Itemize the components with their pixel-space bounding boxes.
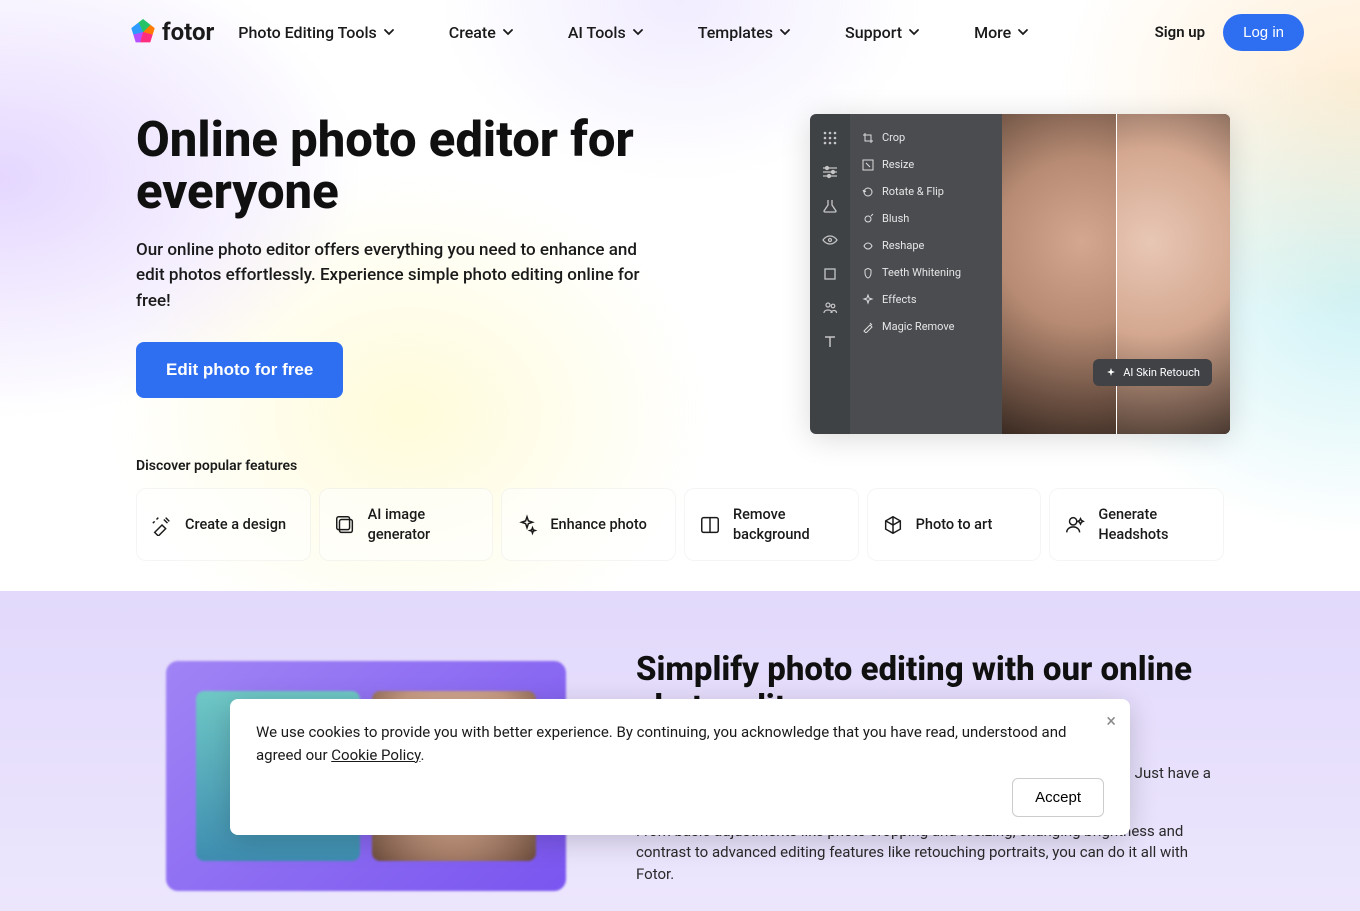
sparkle-icon	[1105, 367, 1117, 379]
after-image	[1116, 114, 1230, 434]
editor-mockup: Crop Resize Rotate & Flip Blush Reshape …	[810, 114, 1230, 434]
ai-skin-retouch-badge: AI Skin Retouch	[1093, 359, 1212, 386]
nav-label: Create	[449, 23, 496, 42]
nav-support[interactable]: Support	[845, 23, 920, 42]
people-icon	[822, 300, 838, 316]
eye-icon	[822, 232, 838, 248]
feature-label: Create a design	[185, 515, 286, 535]
header: fotor Photo Editing Tools Create AI Tool…	[0, 0, 1360, 64]
hero-text: Online photo editor for everyone Our onl…	[136, 114, 668, 398]
close-icon[interactable]: ×	[1106, 711, 1116, 732]
before-image	[1002, 114, 1116, 434]
chevron-down-icon	[1017, 26, 1029, 38]
hero-title: Online photo editor for everyone	[136, 114, 668, 218]
sliders-icon	[822, 164, 838, 180]
nav-label: Support	[845, 23, 902, 42]
frame-icon	[822, 266, 838, 282]
hero-visual: Crop Resize Rotate & Flip Blush Reshape …	[698, 114, 1230, 434]
hero: Online photo editor for everyone Our onl…	[0, 64, 1360, 458]
logo-icon	[130, 19, 156, 45]
text-icon	[822, 334, 838, 350]
feature-label: Photo to art	[916, 515, 993, 535]
chevron-down-icon	[632, 26, 644, 38]
feature-ai-image-generator[interactable]: AI image generator	[319, 488, 494, 561]
feature-label: Enhance photo	[550, 515, 646, 535]
flask-icon	[822, 198, 838, 214]
photo-art-icon	[882, 514, 904, 536]
header-actions: Sign up Log in	[1155, 14, 1304, 51]
nav-templates[interactable]: Templates	[698, 23, 791, 42]
chevron-down-icon	[502, 26, 514, 38]
nav-label: AI Tools	[568, 23, 626, 42]
tool-reshape: Reshape	[850, 232, 1002, 259]
design-icon	[151, 514, 173, 536]
editor-canvas: AI Skin Retouch	[1002, 114, 1230, 434]
features-section: Discover popular features Create a desig…	[0, 458, 1360, 591]
chevron-down-icon	[908, 26, 920, 38]
features-heading: Discover popular features	[136, 458, 1224, 474]
feature-create-design[interactable]: Create a design	[136, 488, 311, 561]
nav-more[interactable]: More	[974, 23, 1029, 42]
grid-icon	[822, 130, 838, 146]
logo-text: fotor	[162, 18, 214, 46]
feature-label: Remove background	[733, 505, 844, 544]
edit-photo-button[interactable]: Edit photo for free	[136, 342, 343, 398]
remove-bg-icon	[699, 514, 721, 536]
cookie-policy-link[interactable]: Cookie Policy	[331, 746, 420, 764]
editor-panel: Crop Resize Rotate & Flip Blush Reshape …	[850, 114, 1002, 434]
tool-magic-remove: Magic Remove	[850, 313, 1002, 340]
feature-generate-headshots[interactable]: Generate Headshots	[1049, 488, 1224, 561]
logo[interactable]: fotor	[130, 18, 214, 46]
ai-image-icon	[334, 514, 356, 536]
headshot-icon	[1064, 514, 1086, 536]
nav-label: Photo Editing Tools	[238, 23, 376, 42]
feature-label: AI image generator	[368, 505, 479, 544]
tool-crop: Crop	[850, 124, 1002, 151]
accept-button[interactable]: Accept	[1012, 778, 1104, 817]
main-nav: Photo Editing Tools Create AI Tools Temp…	[238, 23, 1154, 42]
chevron-down-icon	[779, 26, 791, 38]
chevron-down-icon	[383, 26, 395, 38]
cookie-text: We use cookies to provide you with bette…	[256, 721, 1104, 766]
feature-remove-background[interactable]: Remove background	[684, 488, 859, 561]
nav-ai-tools[interactable]: AI Tools	[568, 23, 644, 42]
nav-photo-editing-tools[interactable]: Photo Editing Tools	[238, 23, 394, 42]
nav-create[interactable]: Create	[449, 23, 514, 42]
tool-blush: Blush	[850, 205, 1002, 232]
tool-effects: Effects	[850, 286, 1002, 313]
tool-teeth-whitening: Teeth Whitening	[850, 259, 1002, 286]
enhance-icon	[516, 514, 538, 536]
tool-resize: Resize	[850, 151, 1002, 178]
cookie-banner: × We use cookies to provide you with bet…	[230, 699, 1130, 835]
feature-label: Generate Headshots	[1098, 505, 1209, 544]
editor-rail	[810, 114, 850, 434]
nav-label: More	[974, 23, 1011, 42]
login-button[interactable]: Log in	[1223, 14, 1304, 51]
nav-label: Templates	[698, 23, 773, 42]
signup-link[interactable]: Sign up	[1155, 23, 1206, 41]
feature-photo-to-art[interactable]: Photo to art	[867, 488, 1042, 561]
tool-rotate-flip: Rotate & Flip	[850, 178, 1002, 205]
feature-enhance-photo[interactable]: Enhance photo	[501, 488, 676, 561]
hero-description: Our online photo editor offers everythin…	[136, 238, 668, 315]
